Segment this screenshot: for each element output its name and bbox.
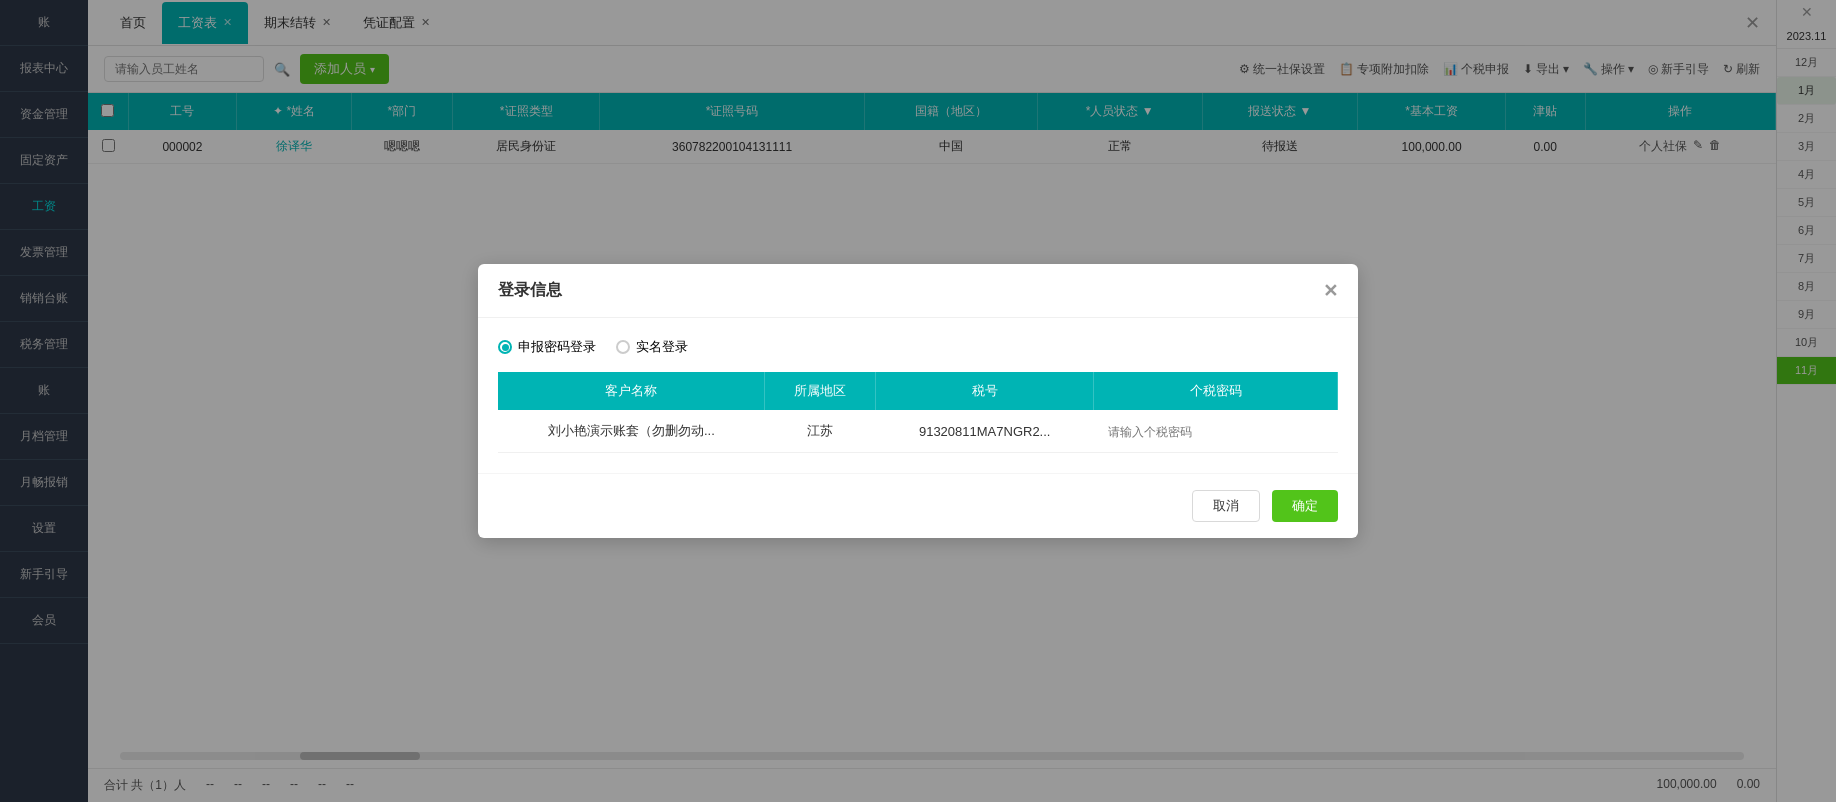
modal-title: 登录信息: [498, 280, 562, 301]
radio-group: 申报密码登录 实名登录: [498, 338, 1338, 356]
tax-pwd-cell[interactable]: [1094, 410, 1338, 453]
modal-close-icon[interactable]: ✕: [1323, 282, 1338, 300]
region-cell: 江苏: [765, 410, 876, 453]
modal-footer: 取消 确定: [478, 473, 1358, 538]
client-name-cell: 刘小艳演示账套（勿删勿动...: [498, 410, 765, 453]
radio-password-login[interactable]: 申报密码登录: [498, 338, 596, 356]
modal-header: 登录信息 ✕: [478, 264, 1358, 318]
login-table-row: 刘小艳演示账套（勿删勿动... 江苏 91320811MA7NGR2...: [498, 410, 1338, 453]
col-region: 所属地区: [765, 372, 876, 410]
radio-realname-icon: [616, 340, 630, 354]
radio-realname-login[interactable]: 实名登录: [616, 338, 688, 356]
confirm-button[interactable]: 确定: [1272, 490, 1338, 522]
modal-overlay[interactable]: 登录信息 ✕ 申报密码登录 实名登录 客户名称: [0, 0, 1836, 802]
col-tax-pwd: 个税密码: [1094, 372, 1338, 410]
modal-body: 申报密码登录 实名登录 客户名称 所属地区 税号 个税密码: [478, 318, 1358, 473]
login-info-modal: 登录信息 ✕ 申报密码登录 实名登录 客户名称: [478, 264, 1358, 538]
login-info-table: 客户名称 所属地区 税号 个税密码 刘小艳演示账套（勿删勿动... 江苏 913…: [498, 372, 1338, 453]
radio-password-icon: [498, 340, 512, 354]
tax-no-cell: 91320811MA7NGR2...: [876, 410, 1094, 453]
col-tax-no: 税号: [876, 372, 1094, 410]
col-client-name: 客户名称: [498, 372, 765, 410]
tax-pwd-input[interactable]: [1108, 425, 1324, 439]
cancel-button[interactable]: 取消: [1192, 490, 1260, 522]
